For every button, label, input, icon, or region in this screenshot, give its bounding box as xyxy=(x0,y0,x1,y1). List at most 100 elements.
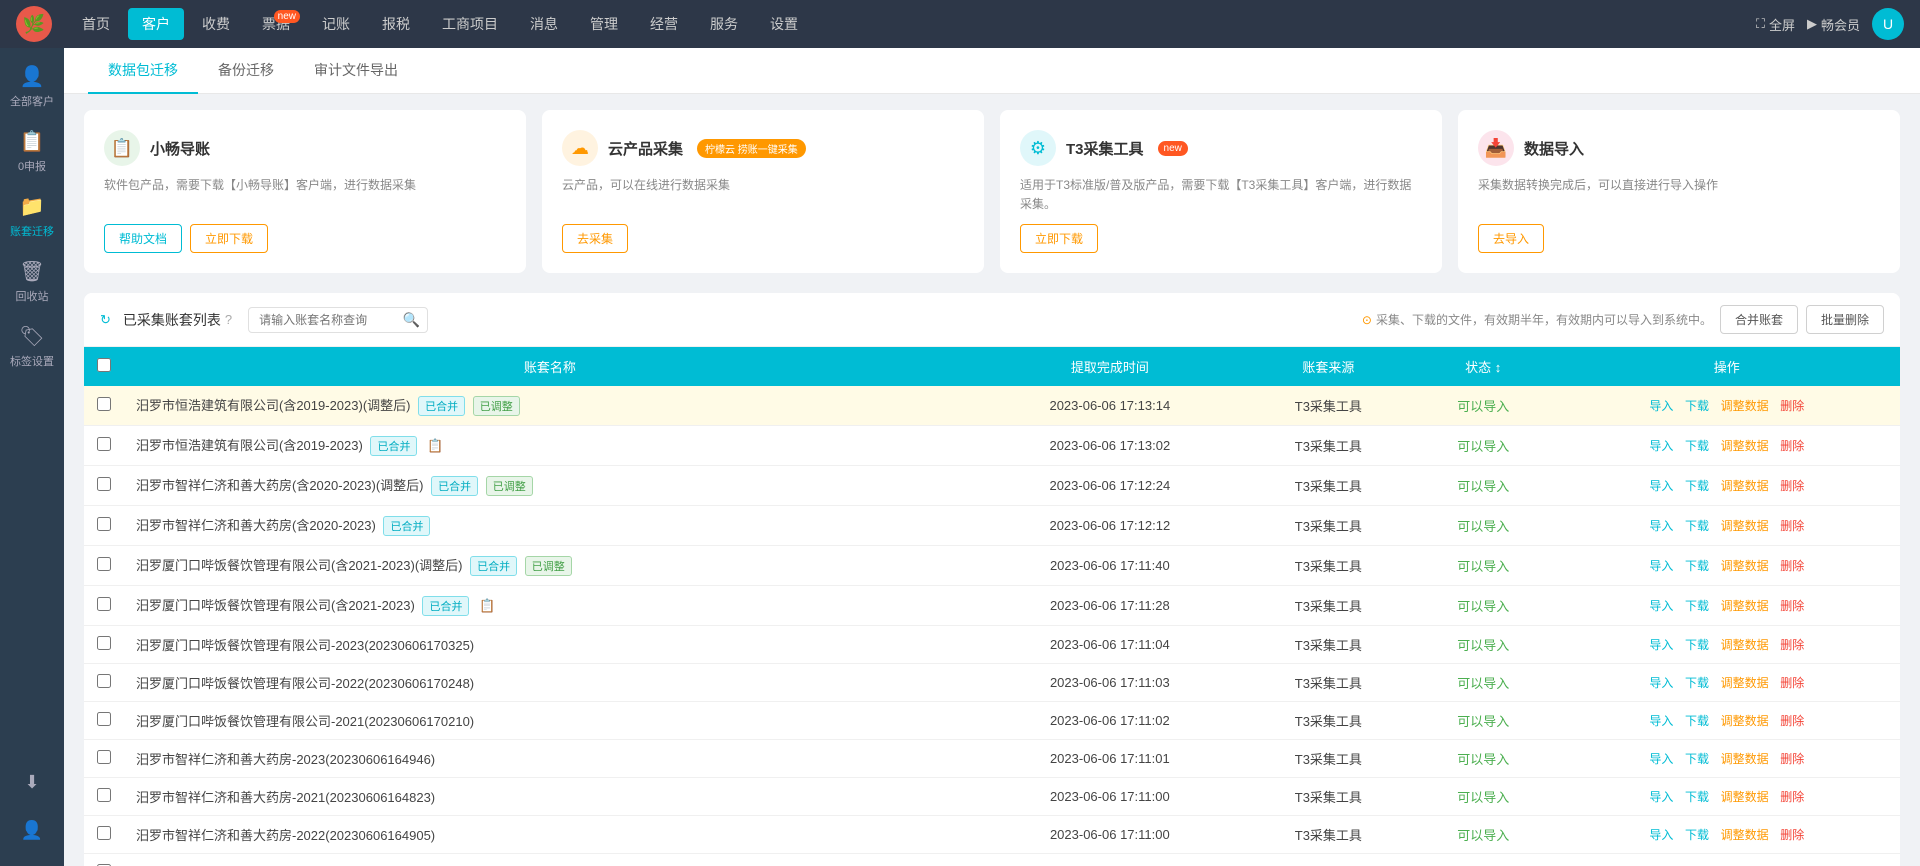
import-link[interactable]: 导入 xyxy=(1649,559,1673,573)
nav-item-business[interactable]: 工商项目 xyxy=(428,8,512,40)
delete-link[interactable]: 删除 xyxy=(1780,399,1804,413)
search-button[interactable]: 🔍 xyxy=(403,311,420,328)
sidebar-account-button[interactable]: 👤 xyxy=(12,810,52,850)
row-checkbox-1[interactable] xyxy=(97,437,111,451)
card1-download-button[interactable]: 立即下载 xyxy=(190,224,268,253)
download-link[interactable]: 下载 xyxy=(1685,676,1709,690)
adjust-data-link[interactable]: 调整数据 xyxy=(1721,439,1769,453)
user-avatar[interactable]: U xyxy=(1872,8,1904,40)
row-checkbox-2[interactable] xyxy=(97,477,111,491)
sidebar-item-all-clients[interactable]: 👤 全部客户 xyxy=(4,56,60,117)
search-input[interactable] xyxy=(248,307,428,333)
sidebar-item-recycle[interactable]: 🗑 回收站 xyxy=(4,251,60,312)
sidebar-download-button[interactable]: ⬇ xyxy=(12,762,52,802)
nav-item-message[interactable]: 消息 xyxy=(516,8,572,40)
download-link[interactable]: 下载 xyxy=(1685,790,1709,804)
nav-item-charge[interactable]: 收费 xyxy=(188,8,244,40)
download-link[interactable]: 下载 xyxy=(1685,439,1709,453)
tab-data-migrate[interactable]: 数据包迁移 xyxy=(88,48,198,94)
download-link[interactable]: 下载 xyxy=(1685,559,1709,573)
nav-item-settings[interactable]: 设置 xyxy=(756,8,812,40)
adjust-data-link[interactable]: 调整数据 xyxy=(1721,676,1769,690)
delete-link[interactable]: 删除 xyxy=(1780,559,1804,573)
card3-download-button[interactable]: 立即下载 xyxy=(1020,224,1098,253)
import-link[interactable]: 导入 xyxy=(1649,638,1673,652)
delete-link[interactable]: 删除 xyxy=(1780,714,1804,728)
download-link[interactable]: 下载 xyxy=(1685,752,1709,766)
adjust-data-link[interactable]: 调整数据 xyxy=(1721,752,1769,766)
row-file-icon[interactable]: 📋 xyxy=(427,438,443,453)
import-link[interactable]: 导入 xyxy=(1649,790,1673,804)
delete-link[interactable]: 删除 xyxy=(1780,519,1804,533)
import-link[interactable]: 导入 xyxy=(1649,479,1673,493)
download-link[interactable]: 下载 xyxy=(1685,714,1709,728)
row-checkbox-8[interactable] xyxy=(97,712,111,726)
import-link[interactable]: 导入 xyxy=(1649,714,1673,728)
app-logo[interactable]: 🌿 xyxy=(16,6,52,42)
delete-link[interactable]: 删除 xyxy=(1780,638,1804,652)
row-checkbox-11[interactable] xyxy=(97,826,111,840)
adjust-data-link[interactable]: 调整数据 xyxy=(1721,519,1769,533)
nav-item-operation[interactable]: 经营 xyxy=(636,8,692,40)
adjust-data-link[interactable]: 调整数据 xyxy=(1721,828,1769,842)
import-link[interactable]: 导入 xyxy=(1649,828,1673,842)
download-link[interactable]: 下载 xyxy=(1685,519,1709,533)
download-link[interactable]: 下载 xyxy=(1685,828,1709,842)
adjust-data-link[interactable]: 调整数据 xyxy=(1721,714,1769,728)
delete-link[interactable]: 删除 xyxy=(1780,752,1804,766)
row-checkbox-5[interactable] xyxy=(97,597,111,611)
sidebar-item-account-migrate[interactable]: 📁 账套迁移 xyxy=(4,186,60,247)
delete-link[interactable]: 删除 xyxy=(1780,676,1804,690)
card4-import-button[interactable]: 去导入 xyxy=(1478,224,1544,253)
delete-link[interactable]: 删除 xyxy=(1780,599,1804,613)
nav-item-manage[interactable]: 管理 xyxy=(576,8,632,40)
row-checkbox-10[interactable] xyxy=(97,788,111,802)
download-link[interactable]: 下载 xyxy=(1685,399,1709,413)
import-link[interactable]: 导入 xyxy=(1649,439,1673,453)
member-button[interactable]: ▶ 畅会员 xyxy=(1807,15,1860,34)
row-checkbox-9[interactable] xyxy=(97,750,111,764)
delete-link[interactable]: 删除 xyxy=(1780,479,1804,493)
batch-delete-button[interactable]: 批量删除 xyxy=(1806,305,1884,334)
card2-collect-button[interactable]: 去采集 xyxy=(562,224,628,253)
nav-item-home[interactable]: 首页 xyxy=(68,8,124,40)
adjust-data-link[interactable]: 调整数据 xyxy=(1721,599,1769,613)
card1-help-button[interactable]: 帮助文档 xyxy=(104,224,182,253)
row-checkbox-3[interactable] xyxy=(97,517,111,531)
select-all-checkbox[interactable] xyxy=(97,358,111,372)
help-icon[interactable]: ? xyxy=(225,312,232,327)
merge-button[interactable]: 合并账套 xyxy=(1720,305,1798,334)
import-link[interactable]: 导入 xyxy=(1649,752,1673,766)
row-checkbox-0[interactable] xyxy=(97,397,111,411)
fullscreen-button[interactable]: ⛶ 全屏 xyxy=(1756,15,1795,34)
nav-item-bookkeeping[interactable]: 记账 xyxy=(308,8,364,40)
adjust-data-link[interactable]: 调整数据 xyxy=(1721,790,1769,804)
download-link[interactable]: 下载 xyxy=(1685,638,1709,652)
import-link[interactable]: 导入 xyxy=(1649,676,1673,690)
refresh-icon[interactable]: ↻ xyxy=(100,312,111,328)
tab-backup-migrate[interactable]: 备份迁移 xyxy=(198,48,294,94)
adjust-data-link[interactable]: 调整数据 xyxy=(1721,399,1769,413)
row-checkbox-6[interactable] xyxy=(97,636,111,650)
import-link[interactable]: 导入 xyxy=(1649,399,1673,413)
download-link[interactable]: 下载 xyxy=(1685,479,1709,493)
adjust-data-link[interactable]: 调整数据 xyxy=(1721,479,1769,493)
tab-audit-export[interactable]: 审计文件导出 xyxy=(294,48,418,94)
delete-link[interactable]: 删除 xyxy=(1780,439,1804,453)
adjust-data-link[interactable]: 调整数据 xyxy=(1721,559,1769,573)
nav-item-tax[interactable]: 报税 xyxy=(368,8,424,40)
row-file-icon[interactable]: 📋 xyxy=(479,598,495,613)
delete-link[interactable]: 删除 xyxy=(1780,790,1804,804)
row-checkbox-4[interactable] xyxy=(97,557,111,571)
download-link[interactable]: 下载 xyxy=(1685,599,1709,613)
sidebar-item-tag-settings[interactable]: 🏷 标签设置 xyxy=(4,316,60,377)
row-checkbox-7[interactable] xyxy=(97,674,111,688)
nav-item-client[interactable]: 客户 xyxy=(128,8,184,40)
adjust-data-link[interactable]: 调整数据 xyxy=(1721,638,1769,652)
import-link[interactable]: 导入 xyxy=(1649,599,1673,613)
sidebar-item-zero-declare[interactable]: 📋 0申报 xyxy=(4,121,60,182)
nav-item-service[interactable]: 服务 xyxy=(696,8,752,40)
delete-link[interactable]: 删除 xyxy=(1780,828,1804,842)
import-link[interactable]: 导入 xyxy=(1649,519,1673,533)
nav-item-ticket[interactable]: 票据 new xyxy=(248,8,304,40)
